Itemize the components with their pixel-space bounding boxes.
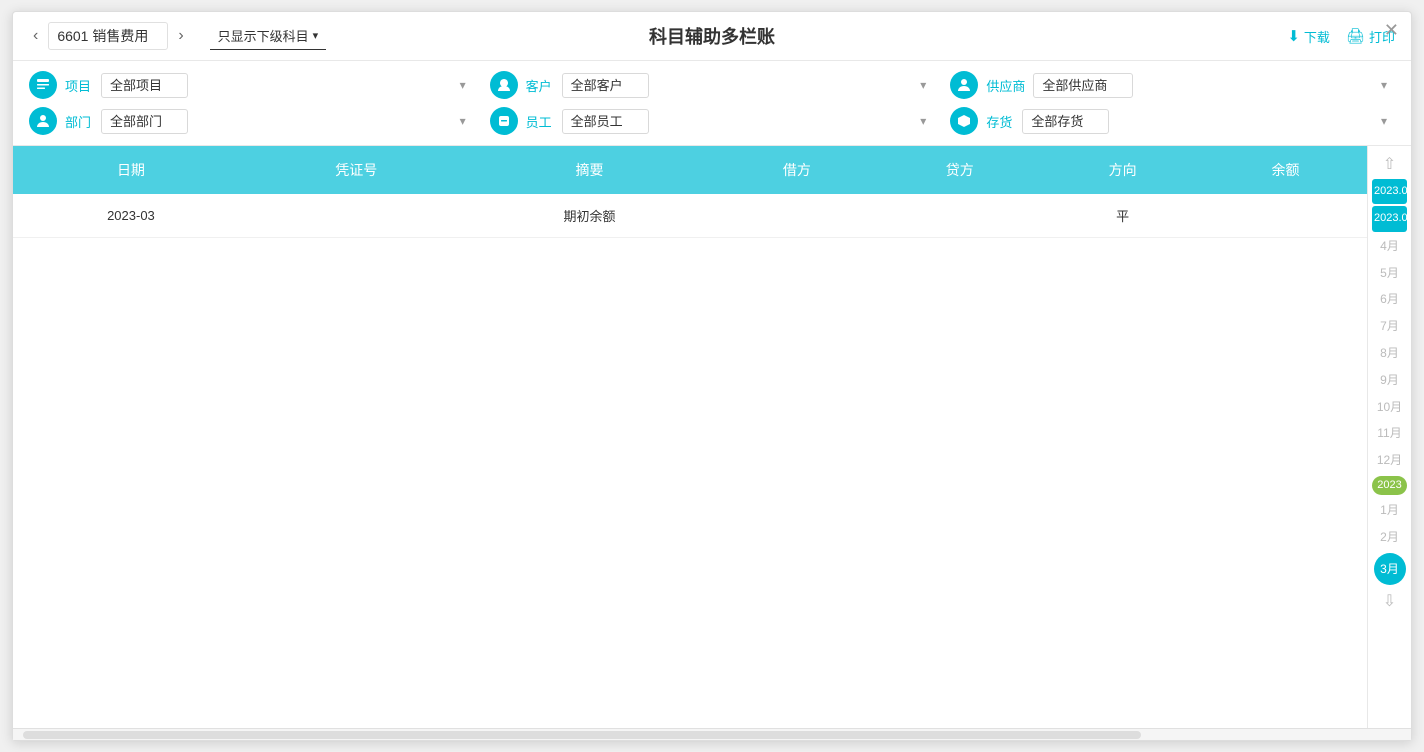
filter-area: 项目 全部项目 客户 全部客户 [13,61,1411,146]
department-select[interactable]: 全部部门 [101,109,188,134]
ledger-table: 日期 凭证号 摘要 借方 贷方 方向 余额 2023-03 期初余额 [13,146,1367,238]
cell-date: 2023-03 [13,194,249,238]
col-debit: 借方 [715,146,878,194]
timeline-year-badge: 2023 [1372,476,1407,495]
scrollbar-track [23,731,1141,739]
inventory-filter-row: 存货 全部存货 [950,107,1395,135]
show-sub-button[interactable]: 只显示下级科目 ▾ [210,22,327,50]
show-sub-label: 只显示下级科目 [218,26,309,45]
employee-filter-row: 员工 全部员工 [490,107,935,135]
main-modal: ‹ 6601 销售费用 › 只显示下级科目 ▾ 科目辅助多栏账 ⬇ 下载 🖨 打… [12,11,1412,741]
cell-balance [1204,194,1367,238]
timeline-month-7[interactable]: 7月 [1368,313,1411,340]
supplier-select[interactable]: 全部供应商 [1033,73,1133,98]
customer-select[interactable]: 全部客户 [562,73,649,98]
supplier-icon [950,71,978,99]
chevron-down-icon: ▾ [313,29,319,42]
modal-title: 科目辅助多栏账 [649,23,775,49]
nav-area: ‹ 6601 销售费用 › 只显示下级科目 ▾ [29,22,326,50]
print-icon: 🖨 [1346,27,1365,45]
inventory-icon [950,107,978,135]
project-label: 项目 [65,76,93,95]
timeline-panel: ⇧ 2023.03 2023.03 4月 5月 6月 7月 8月 9月 10月 … [1367,146,1411,728]
col-summary: 摘要 [464,146,716,194]
project-filter-row: 项目 全部项目 [29,71,474,99]
table-area: 日期 凭证号 摘要 借方 贷方 方向 余额 2023-03 期初余额 [13,146,1411,728]
cell-direction: 平 [1041,194,1204,238]
col-voucher: 凭证号 [249,146,464,194]
customer-select-wrapper: 全部客户 [562,73,935,98]
department-filter-row: 部门 全部部门 [29,107,474,135]
timeline-month-11[interactable]: 11月 [1368,420,1411,447]
close-button[interactable]: ✕ [1384,20,1399,41]
project-select[interactable]: 全部项目 [101,73,188,98]
download-button[interactable]: ⬇ 下载 [1287,27,1330,46]
horizontal-scrollbar[interactable] [13,728,1411,740]
supplier-select-wrapper: 全部供应商 [1033,73,1395,98]
timeline-month-2[interactable]: 2月 [1368,524,1411,551]
timeline-month-4[interactable]: 4月 [1368,233,1411,260]
header-actions: ⬇ 下载 🖨 打印 ✕ [1287,27,1395,46]
timeline-month-2023-03-top[interactable]: 2023.03 [1372,179,1407,204]
download-label: 下载 [1304,27,1330,46]
department-label: 部门 [65,112,93,131]
timeline-month-8[interactable]: 8月 [1368,340,1411,367]
employee-label: 员工 [526,112,554,131]
customer-label: 客户 [526,76,554,95]
employee-icon [490,107,518,135]
col-balance: 余额 [1204,146,1367,194]
timeline-down-button[interactable]: ⇩ [1368,587,1411,615]
customer-icon [490,71,518,99]
timeline-month-3-active[interactable]: 3月 [1374,553,1406,585]
modal-header: ‹ 6601 销售费用 › 只显示下级科目 ▾ 科目辅助多栏账 ⬇ 下载 🖨 打… [13,12,1411,61]
col-date: 日期 [13,146,249,194]
col-direction: 方向 [1041,146,1204,194]
employee-select-wrapper: 全部员工 [562,109,935,134]
cell-credit [878,194,1041,238]
timeline-month-9[interactable]: 9月 [1368,367,1411,394]
next-account-button[interactable]: › [174,25,187,47]
customer-filter-row: 客户 全部客户 [490,71,935,99]
timeline-month-10[interactable]: 10月 [1368,394,1411,421]
download-icon: ⬇ [1287,27,1300,45]
cell-voucher [249,194,464,238]
table-row: 2023-03 期初余额 平 [13,194,1367,238]
supplier-filter-row: 供应商 全部供应商 [950,71,1395,99]
timeline-month-5[interactable]: 5月 [1368,260,1411,287]
timeline-month-1[interactable]: 1月 [1368,497,1411,524]
account-code: 6601 销售费用 [48,22,168,50]
inventory-select-wrapper: 全部存货 [1022,109,1395,134]
cell-summary: 期初余额 [464,194,716,238]
cell-debit [715,194,878,238]
table-header-row: 日期 凭证号 摘要 借方 贷方 方向 余额 [13,146,1367,194]
inventory-label: 存货 [986,112,1014,131]
department-icon [29,107,57,135]
timeline-up-button[interactable]: ⇧ [1368,150,1411,178]
timeline-month-12[interactable]: 12月 [1368,447,1411,474]
timeline-month-6[interactable]: 6月 [1368,286,1411,313]
employee-select[interactable]: 全部员工 [562,109,649,134]
project-icon [29,71,57,99]
supplier-label: 供应商 [986,76,1025,95]
department-select-wrapper: 全部部门 [101,109,474,134]
timeline-month-2023-03-current[interactable]: 2023.03 [1372,206,1407,231]
col-credit: 贷方 [878,146,1041,194]
inventory-select[interactable]: 全部存货 [1022,109,1109,134]
project-select-wrapper: 全部项目 [101,73,474,98]
prev-account-button[interactable]: ‹ [29,25,42,47]
table-container: 日期 凭证号 摘要 借方 贷方 方向 余额 2023-03 期初余额 [13,146,1367,728]
